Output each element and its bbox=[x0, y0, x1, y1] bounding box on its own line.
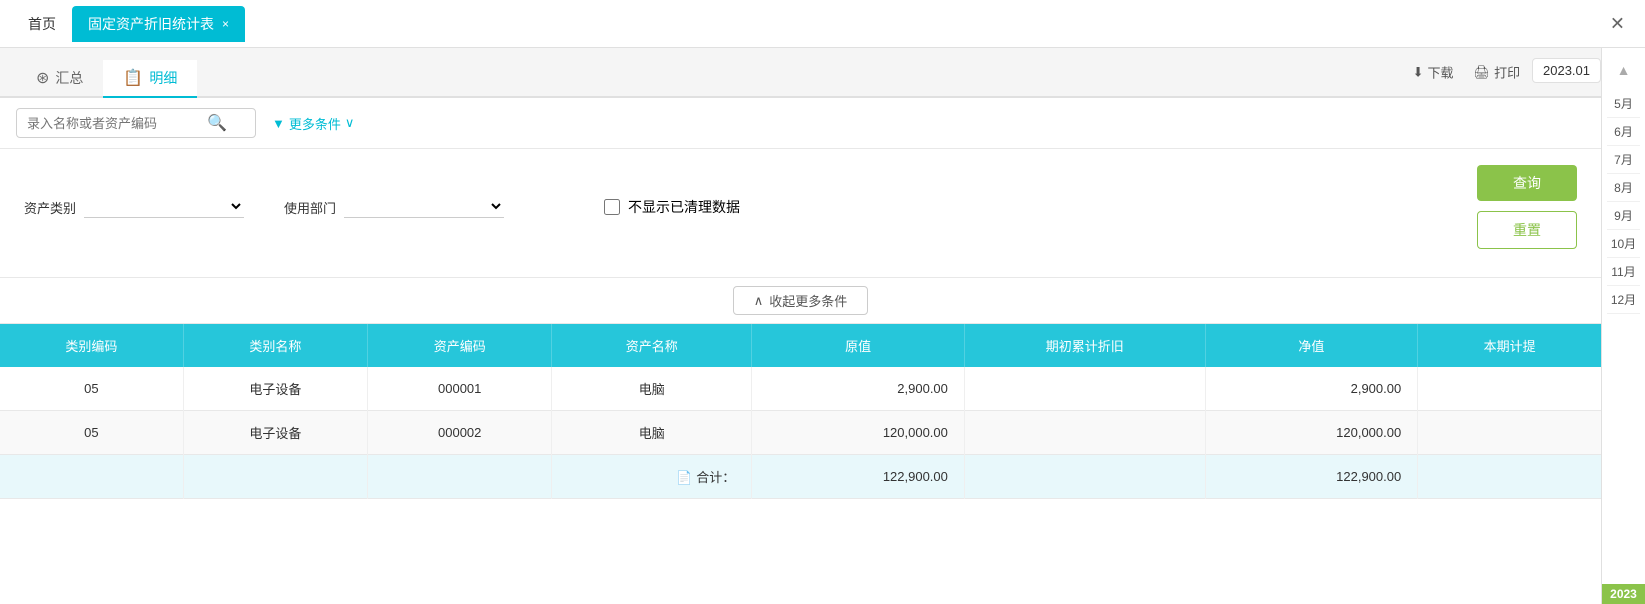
tabs-row: ⊛ 汇总 📋 明细 ⬇ 下载 🖨 打印 ↻ 刷新 bbox=[0, 48, 1601, 98]
table-cell: 120,000.00 bbox=[1205, 411, 1418, 455]
tab-detail[interactable]: 📋 明细 bbox=[103, 60, 197, 98]
table-cell: 2,900.00 bbox=[1205, 367, 1418, 411]
col-header: 期初累计折旧 bbox=[964, 324, 1205, 367]
left-panel: ⊛ 汇总 📋 明细 ⬇ 下载 🖨 打印 ↻ 刷新 bbox=[0, 48, 1601, 604]
table-cell bbox=[964, 367, 1205, 411]
total-row: 📄合计：122,900.00122,900.00 bbox=[0, 455, 1601, 499]
tab-title: 固定资产折旧统计表 bbox=[88, 14, 214, 34]
hide-cleared-filter: 不显示已清理数据 bbox=[604, 197, 740, 217]
download-button[interactable]: ⬇ 下载 bbox=[1413, 63, 1454, 82]
reset-button[interactable]: 重置 bbox=[1477, 211, 1577, 249]
more-conditions-button[interactable]: ▼ 更多条件 ∨ bbox=[272, 114, 354, 133]
table-cell bbox=[1418, 411, 1601, 455]
department-label: 使用部门 bbox=[284, 198, 336, 217]
department-filter: 使用部门 bbox=[284, 196, 504, 218]
sidebar-month-item[interactable]: 7月 bbox=[1607, 146, 1640, 174]
window-close-icon[interactable]: ✕ bbox=[1610, 13, 1625, 34]
tab-summary[interactable]: ⊛ 汇总 bbox=[16, 60, 103, 98]
collapse-button[interactable]: ∧ 收起更多条件 bbox=[733, 286, 869, 315]
table-cell: 电脑 bbox=[552, 367, 752, 411]
right-sidebar: 2023.01 ▲ 5月6月7月8月9月10月11月12月 2023 bbox=[1601, 48, 1645, 604]
table-cell: 电子设备 bbox=[183, 367, 367, 411]
home-tab[interactable]: 首页 bbox=[16, 14, 68, 34]
detail-label: 明细 bbox=[149, 68, 177, 88]
asset-category-select-wrap bbox=[84, 196, 244, 218]
summary-label: 汇总 bbox=[55, 68, 83, 88]
chevron-down-icon: ∨ bbox=[345, 115, 355, 131]
filter-row: 资产类别 使用部门 bbox=[24, 165, 1577, 249]
col-header: 净值 bbox=[1205, 324, 1418, 367]
table-row: 05电子设备000001电脑2,900.002,900.00 bbox=[0, 367, 1601, 411]
print-label: 打印 bbox=[1494, 63, 1520, 82]
chevron-up-icon: ∧ bbox=[754, 293, 764, 309]
table-row: 05电子设备000002电脑120,000.00120,000.00 bbox=[0, 411, 1601, 455]
filter-buttons: 查询 重置 bbox=[1477, 165, 1577, 249]
period-display: 2023.01 bbox=[1532, 58, 1601, 83]
table-cell: 000001 bbox=[368, 367, 552, 411]
filter-icon: ▼ bbox=[272, 116, 285, 131]
total-cell bbox=[0, 455, 183, 499]
collapse-bar: ∧ 收起更多条件 bbox=[0, 278, 1601, 324]
more-conditions-label: 更多条件 bbox=[289, 114, 341, 133]
detail-icon: 📋 bbox=[123, 68, 143, 88]
total-current-depreciation bbox=[1418, 455, 1601, 499]
search-input-wrap: 🔍 bbox=[16, 108, 256, 138]
total-initial-depreciation bbox=[964, 455, 1205, 499]
col-header: 原值 bbox=[752, 324, 965, 367]
table-cell: 05 bbox=[0, 411, 183, 455]
download-icon: ⬇ bbox=[1413, 64, 1424, 80]
main-content: ⊛ 汇总 📋 明细 ⬇ 下载 🖨 打印 ↻ 刷新 bbox=[0, 48, 1645, 604]
sidebar-month-item[interactable]: 6月 bbox=[1607, 118, 1640, 146]
sidebar-month-item[interactable]: 5月 bbox=[1607, 90, 1640, 118]
col-header: 资产名称 bbox=[552, 324, 752, 367]
sidebar-up-arrow[interactable]: ▲ bbox=[1606, 52, 1642, 88]
col-header: 资产编码 bbox=[368, 324, 552, 367]
total-net-value: 122,900.00 bbox=[1205, 455, 1418, 499]
asset-category-label: 资产类别 bbox=[24, 198, 76, 217]
print-icon: 🖨 bbox=[1474, 64, 1491, 80]
download-label: 下载 bbox=[1428, 63, 1454, 82]
table-header-row: 类别编码类别名称资产编码资产名称原值期初累计折旧净值本期计提 bbox=[0, 324, 1601, 367]
summary-icon: ⊛ bbox=[36, 68, 49, 88]
table-cell bbox=[1418, 367, 1601, 411]
table-cell: 电子设备 bbox=[183, 411, 367, 455]
data-table: 类别编码类别名称资产编码资产名称原值期初累计折旧净值本期计提 05电子设备000… bbox=[0, 324, 1601, 499]
sidebar-month-item[interactable]: 11月 bbox=[1607, 258, 1640, 286]
search-bar: 🔍 ▼ 更多条件 ∨ bbox=[0, 98, 1601, 149]
fixed-assets-tab[interactable]: 固定资产折旧统计表 × bbox=[72, 6, 245, 42]
col-header: 类别编码 bbox=[0, 324, 183, 367]
print-button[interactable]: 🖨 打印 bbox=[1474, 63, 1521, 82]
tab-close-icon[interactable]: × bbox=[222, 17, 229, 31]
table-cell: 电脑 bbox=[552, 411, 752, 455]
department-select[interactable] bbox=[344, 198, 504, 215]
table-cell: 2,900.00 bbox=[752, 367, 965, 411]
asset-category-select[interactable] bbox=[84, 198, 244, 215]
table-wrap: 类别编码类别名称资产编码资产名称原值期初累计折旧净值本期计提 05电子设备000… bbox=[0, 324, 1601, 604]
query-button[interactable]: 查询 bbox=[1477, 165, 1577, 201]
filter-panel: 资产类别 使用部门 bbox=[0, 149, 1601, 278]
sidebar-month-item[interactable]: 12月 bbox=[1607, 286, 1640, 314]
top-nav: 首页 固定资产折旧统计表 × ✕ bbox=[0, 0, 1645, 48]
table-cell bbox=[964, 411, 1205, 455]
total-cell bbox=[368, 455, 552, 499]
search-input[interactable] bbox=[27, 116, 207, 131]
total-original-value: 122,900.00 bbox=[752, 455, 965, 499]
table-cell: 05 bbox=[0, 367, 183, 411]
hide-cleared-checkbox[interactable] bbox=[604, 199, 620, 215]
hide-cleared-label: 不显示已清理数据 bbox=[628, 197, 740, 217]
department-select-wrap bbox=[344, 196, 504, 218]
total-cell bbox=[183, 455, 367, 499]
col-header: 类别名称 bbox=[183, 324, 367, 367]
sidebar-month-item[interactable]: 10月 bbox=[1607, 230, 1640, 258]
sidebar-month-item[interactable]: 8月 bbox=[1607, 174, 1640, 202]
collapse-label: 收起更多条件 bbox=[769, 291, 847, 310]
table-cell: 000002 bbox=[368, 411, 552, 455]
sidebar-month-item[interactable]: 9月 bbox=[1607, 202, 1640, 230]
total-label-cell: 📄合计： bbox=[552, 455, 752, 499]
search-icon[interactable]: 🔍 bbox=[207, 113, 227, 133]
asset-category-filter: 资产类别 bbox=[24, 196, 244, 218]
col-header: 本期计提 bbox=[1418, 324, 1601, 367]
year-badge: 2023 bbox=[1602, 584, 1645, 604]
table-cell: 120,000.00 bbox=[752, 411, 965, 455]
